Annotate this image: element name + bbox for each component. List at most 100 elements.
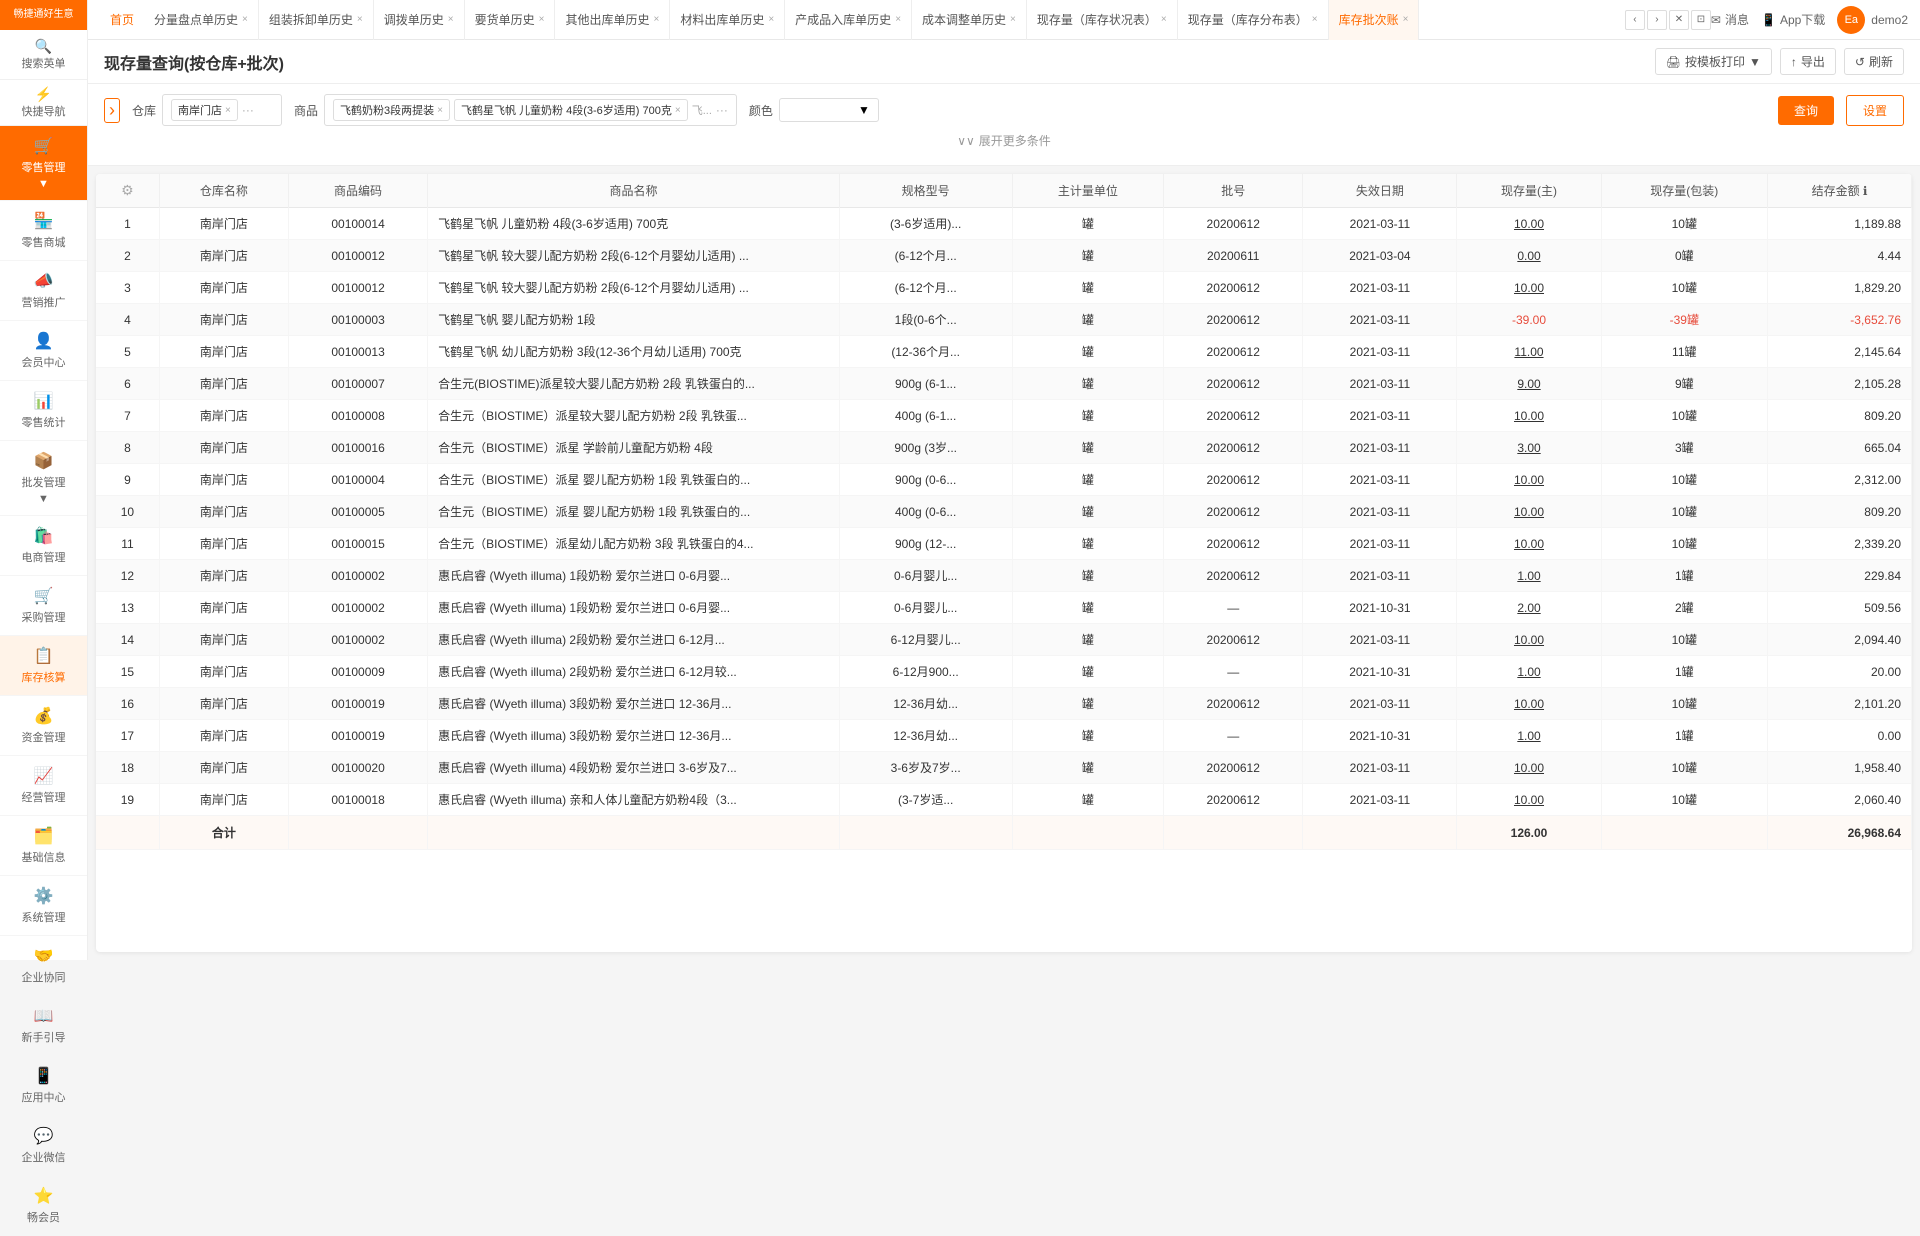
- sidebar-item-retail[interactable]: 🛒 零售管理 ▼: [0, 126, 87, 201]
- tab-close-diaopei[interactable]: ×: [448, 14, 454, 25]
- expand-more-btn[interactable]: ∨∨ 展开更多条件: [104, 126, 1904, 155]
- tab-diaopei[interactable]: 调拨单历史 ×: [374, 0, 465, 40]
- warehouse-input[interactable]: 南岸门店 × ···: [162, 94, 282, 126]
- member-icon: 👤: [34, 331, 54, 351]
- tab-close-all[interactable]: ✕: [1669, 10, 1689, 30]
- table-row: 10南岸门店00100005合生元（BIOSTIME）派星 婴儿配方奶粉 1段 …: [96, 496, 1912, 528]
- product-more-indicator: 飞...: [692, 102, 712, 118]
- shop-icon: 🏪: [34, 211, 54, 231]
- tab-menu[interactable]: ⊡: [1691, 10, 1711, 30]
- table-row: 16南岸门店00100019惠氏启睿 (Wyeth illuma) 3段奶粉 爱…: [96, 688, 1912, 720]
- refresh-btn[interactable]: ↺ 刷新: [1844, 48, 1904, 75]
- tab-close-kucun-status[interactable]: ×: [1161, 14, 1167, 25]
- tab-nav-wrapper: 分量盘点单历史 × 组装拆卸单历史 × 调拨单历史 × 要货单历史 × 其他出库…: [144, 0, 1625, 40]
- col-batch: 批号: [1164, 174, 1303, 208]
- query-btn[interactable]: 查询: [1778, 96, 1834, 125]
- tab-close-cailiao[interactable]: ×: [768, 14, 774, 25]
- filter-expand-btn[interactable]: ›: [104, 98, 120, 123]
- sidebar-item-wechat[interactable]: 💬 企业微信: [0, 1116, 87, 1176]
- sidebar-item-corp[interactable]: 🤝 企业协同: [0, 936, 87, 996]
- user-area[interactable]: Ea demo2: [1837, 6, 1908, 34]
- product-tag-1: 飞鹤星飞帆 儿童奶粉 4段(3-6岁适用) 700克 ×: [454, 99, 688, 121]
- table-row: 14南岸门店00100002惠氏启睿 (Wyeth illuma) 2段奶粉 爱…: [96, 624, 1912, 656]
- tab-chengben[interactable]: 成本调整单历史 ×: [912, 0, 1027, 40]
- tab-close-pici[interactable]: ×: [1403, 14, 1409, 25]
- color-input[interactable]: ▼: [779, 98, 879, 122]
- msg-icon: ✉: [1711, 13, 1721, 27]
- nav-home[interactable]: 首页: [100, 11, 144, 28]
- sidebar-item-base[interactable]: 🗂️ 基础信息: [0, 816, 87, 876]
- topnav: 首页 分量盘点单历史 × 组装拆卸单历史 × 调拨单历史 × 要货单历史 ×: [88, 0, 1920, 40]
- ops-icon: 📈: [34, 766, 54, 786]
- tab-close-chancheng[interactable]: ×: [895, 14, 901, 25]
- tab-fenpan[interactable]: 分量盘点单历史 ×: [144, 0, 259, 40]
- print-btn[interactable]: 🖨 按模板打印 ▼: [1655, 48, 1772, 75]
- wholesale-icon: 📦: [34, 451, 54, 471]
- gear-icon[interactable]: ⚙: [121, 182, 134, 198]
- tab-nav-scroll: 分量盘点单历史 × 组装拆卸单历史 × 调拨单历史 × 要货单历史 × 其他出库…: [144, 0, 1625, 40]
- sidebar-item-finance[interactable]: 💰 资金管理: [0, 696, 87, 756]
- msg-btn[interactable]: ✉ 消息: [1711, 11, 1749, 28]
- finance-icon: 💰: [34, 706, 54, 726]
- sidebar-item-marketing[interactable]: 📣 营销推广: [0, 261, 87, 321]
- sidebar-item-wholesale[interactable]: 📦 批发管理 ▼: [0, 441, 87, 516]
- product-more[interactable]: ···: [716, 103, 728, 117]
- table-row: 4南岸门店00100003飞鹤星飞帆 婴儿配方奶粉 1段1段(0-6个...罐2…: [96, 304, 1912, 336]
- refresh-icon: ↺: [1855, 55, 1865, 69]
- tab-close-fenpan[interactable]: ×: [242, 14, 248, 25]
- tab-close-kucun-dist[interactable]: ×: [1312, 14, 1318, 25]
- table-row: 15南岸门店00100009惠氏启睿 (Wyeth illuma) 2段奶粉 爱…: [96, 656, 1912, 688]
- sidebar-item-app[interactable]: 📱 应用中心: [0, 1056, 87, 1116]
- product-remove-0[interactable]: ×: [437, 105, 443, 116]
- tab-chuku[interactable]: 其他出库单历史 ×: [555, 0, 670, 40]
- sidebar-item-quicknav[interactable]: ⚡ 快捷导航: [0, 80, 87, 126]
- page-header: 现存量查询(按仓库+批次) 🖨 按模板打印 ▼ ↑ 导出 ↺ 刷新: [88, 40, 1920, 84]
- sidebar-item-purchase[interactable]: 🛒 采购管理: [0, 576, 87, 636]
- sidebar-item-vip[interactable]: ⭐ 畅会员: [0, 1176, 87, 1236]
- tab-close-chuku[interactable]: ×: [653, 14, 659, 25]
- export-icon: ↑: [1791, 55, 1797, 69]
- table-row: 1南岸门店00100014飞鹤星飞帆 儿童奶粉 4段(3-6岁适用) 700克(…: [96, 208, 1912, 240]
- product-remove-1[interactable]: ×: [675, 105, 681, 116]
- export-btn[interactable]: ↑ 导出: [1780, 48, 1836, 75]
- sidebar-item-search[interactable]: 🔍 搜索英单: [0, 30, 87, 80]
- warehouse-more[interactable]: ···: [242, 103, 254, 117]
- tab-kucun-status[interactable]: 现存量（库存状况表） ×: [1027, 0, 1178, 40]
- tab-scroll-right[interactable]: ›: [1647, 10, 1667, 30]
- tab-close-chengben[interactable]: ×: [1010, 14, 1016, 25]
- tab-close-yaohuo[interactable]: ×: [539, 14, 545, 25]
- page-actions: 🖨 按模板打印 ▼ ↑ 导出 ↺ 刷新: [1655, 48, 1904, 75]
- sidebar-item-retail-shop[interactable]: 🏪 零售商城: [0, 201, 87, 261]
- warehouse-remove[interactable]: ×: [225, 105, 231, 116]
- sidebar-item-member[interactable]: 👤 会员中心: [0, 321, 87, 381]
- tab-close-zuhe[interactable]: ×: [357, 14, 363, 25]
- table-row: 19南岸门店00100018惠氏启睿 (Wyeth illuma) 亲和人体儿童…: [96, 784, 1912, 816]
- tab-kucun-dist[interactable]: 现存量（库存分布表） ×: [1178, 0, 1329, 40]
- tab-pici[interactable]: 库存批次账 ×: [1329, 0, 1420, 40]
- col-amount: 结存金额 ℹ: [1768, 174, 1912, 208]
- sidebar-item-ops[interactable]: 📈 经营管理: [0, 756, 87, 816]
- app-download-btn[interactable]: 📱 App下载: [1761, 11, 1825, 28]
- sidebar-item-inventory[interactable]: 📋 库存核算: [0, 636, 87, 696]
- tab-scroll-left[interactable]: ‹: [1625, 10, 1645, 30]
- tab-zuhe[interactable]: 组装拆卸单历史 ×: [259, 0, 374, 40]
- data-table: ⚙ 仓库名称 商品编码 商品名称 规格型号 主计量单位 批号 失效日期 现存量(…: [96, 174, 1912, 850]
- product-input[interactable]: 飞鹤奶粉3段两提装 × 飞鹤星飞帆 儿童奶粉 4段(3-6岁适用) 700克 ×…: [324, 94, 737, 126]
- tab-cailiao[interactable]: 材料出库单历史 ×: [670, 0, 785, 40]
- tab-yaohuo[interactable]: 要货单历史 ×: [465, 0, 556, 40]
- table-row: 6南岸门店00100007合生元(BIOSTIME)派星较大婴儿配方奶粉 2段 …: [96, 368, 1912, 400]
- table-row: 3南岸门店00100012飞鹤星飞帆 较大婴儿配方奶粉 2段(6-12个月婴幼儿…: [96, 272, 1912, 304]
- print-dropdown-icon: ▼: [1749, 55, 1761, 69]
- sidebar-item-ecommerce[interactable]: 🛍️ 电商管理: [0, 516, 87, 576]
- warehouse-tag: 南岸门店 ×: [171, 99, 238, 121]
- expand-icon: ∨∨: [957, 134, 975, 148]
- tab-chancheng[interactable]: 产成品入库单历史 ×: [785, 0, 912, 40]
- sidebar-item-system[interactable]: ⚙️ 系统管理: [0, 876, 87, 936]
- settings-btn[interactable]: 设置: [1846, 95, 1904, 126]
- filter-warehouse: 仓库 南岸门店 × ···: [132, 94, 282, 126]
- col-qty-pkg: 现存量(包装): [1601, 174, 1768, 208]
- sidebar-item-guide[interactable]: 📖 新手引导: [0, 996, 87, 1056]
- sidebar-item-retail-stats[interactable]: 📊 零售统计: [0, 381, 87, 441]
- sidebar: 畅捷通好生意 🔍 搜索英单 ⚡ 快捷导航 🛒 零售管理 ▼ 🏪 零售商城 📣 营…: [0, 0, 88, 960]
- sidebar-logo-text: 畅捷通好生意: [14, 8, 74, 22]
